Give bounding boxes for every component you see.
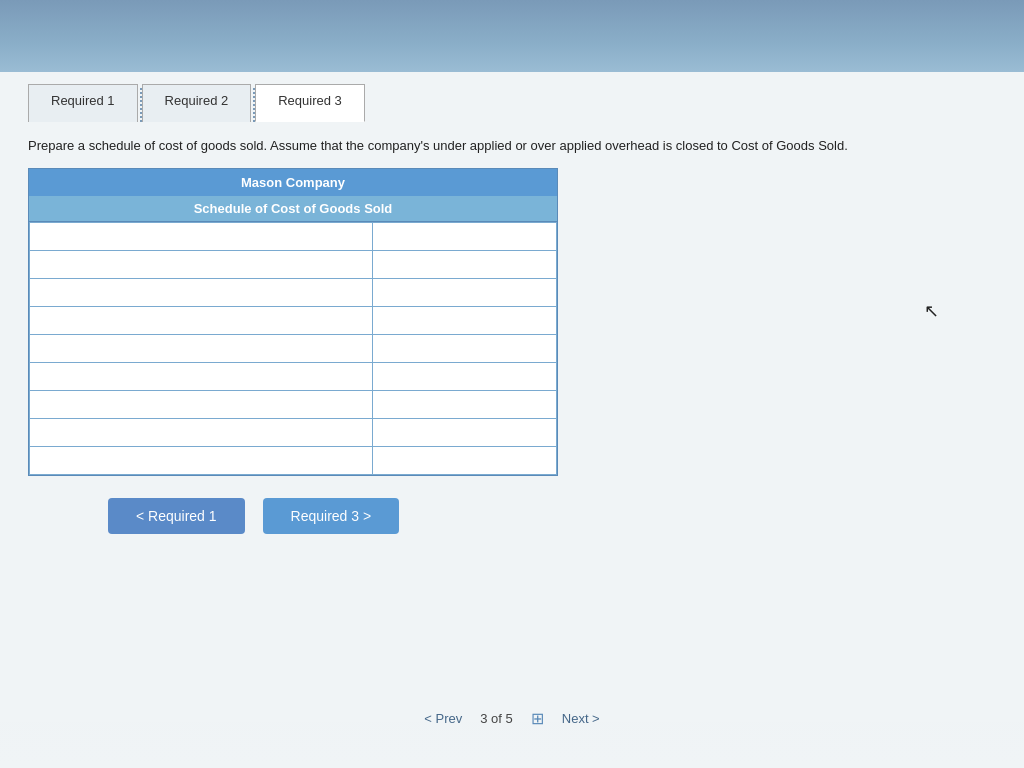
row-value-7[interactable] xyxy=(372,418,556,446)
schedule-table xyxy=(29,222,557,475)
row-label-7[interactable] xyxy=(30,418,373,446)
prev-page-link[interactable]: < Prev xyxy=(424,711,462,726)
row-value-5[interactable] xyxy=(372,362,556,390)
prev-required-button[interactable]: < Required 1 xyxy=(108,498,245,534)
row-value-8[interactable] xyxy=(372,446,556,474)
nav-buttons: < Required 1 Required 3 > xyxy=(108,498,996,534)
table-row xyxy=(30,334,557,362)
tab-required1[interactable]: Required 1 xyxy=(28,84,138,122)
row-label-1[interactable] xyxy=(30,250,373,278)
row-value-4[interactable] xyxy=(372,334,556,362)
row-value-3[interactable] xyxy=(372,306,556,334)
tab-required2[interactable]: Required 2 xyxy=(142,84,252,122)
table-row xyxy=(30,446,557,474)
row-label-3[interactable] xyxy=(30,306,373,334)
row-label-6[interactable] xyxy=(30,390,373,418)
row-value-1[interactable] xyxy=(372,250,556,278)
table-row xyxy=(30,306,557,334)
row-label-0[interactable] xyxy=(30,222,373,250)
row-value-2[interactable] xyxy=(372,278,556,306)
next-page-link[interactable]: Next > xyxy=(562,711,600,726)
table-row xyxy=(30,390,557,418)
row-value-0[interactable] xyxy=(372,222,556,250)
table-title-header: Schedule of Cost of Goods Sold xyxy=(29,196,557,222)
row-label-4[interactable] xyxy=(30,334,373,362)
table-row xyxy=(30,418,557,446)
instruction-text: Prepare a schedule of cost of goods sold… xyxy=(28,136,996,156)
next-required-button[interactable]: Required 3 > xyxy=(263,498,400,534)
schedule-table-wrapper: Mason Company Schedule of Cost of Goods … xyxy=(28,168,558,476)
table-row xyxy=(30,278,557,306)
table-company-header: Mason Company xyxy=(29,169,557,196)
row-label-2[interactable] xyxy=(30,278,373,306)
content-area: Required 1 Required 2 Required 3 Prepare… xyxy=(0,72,1024,722)
tab-required3[interactable]: Required 3 xyxy=(255,84,365,122)
page-info: 3 of 5 xyxy=(480,711,513,726)
bottom-pagination: < Prev 3 of 5 ⊞ Next > xyxy=(424,709,599,728)
grid-icon[interactable]: ⊞ xyxy=(531,709,544,728)
tabs-container: Required 1 Required 2 Required 3 xyxy=(28,72,996,122)
table-row xyxy=(30,250,557,278)
table-row xyxy=(30,362,557,390)
screen-bezel: Required 1 Required 2 Required 3 Prepare… xyxy=(0,0,1024,768)
top-bar xyxy=(0,0,1024,72)
row-label-5[interactable] xyxy=(30,362,373,390)
table-row xyxy=(30,222,557,250)
row-label-8[interactable] xyxy=(30,446,373,474)
row-value-6[interactable] xyxy=(372,390,556,418)
